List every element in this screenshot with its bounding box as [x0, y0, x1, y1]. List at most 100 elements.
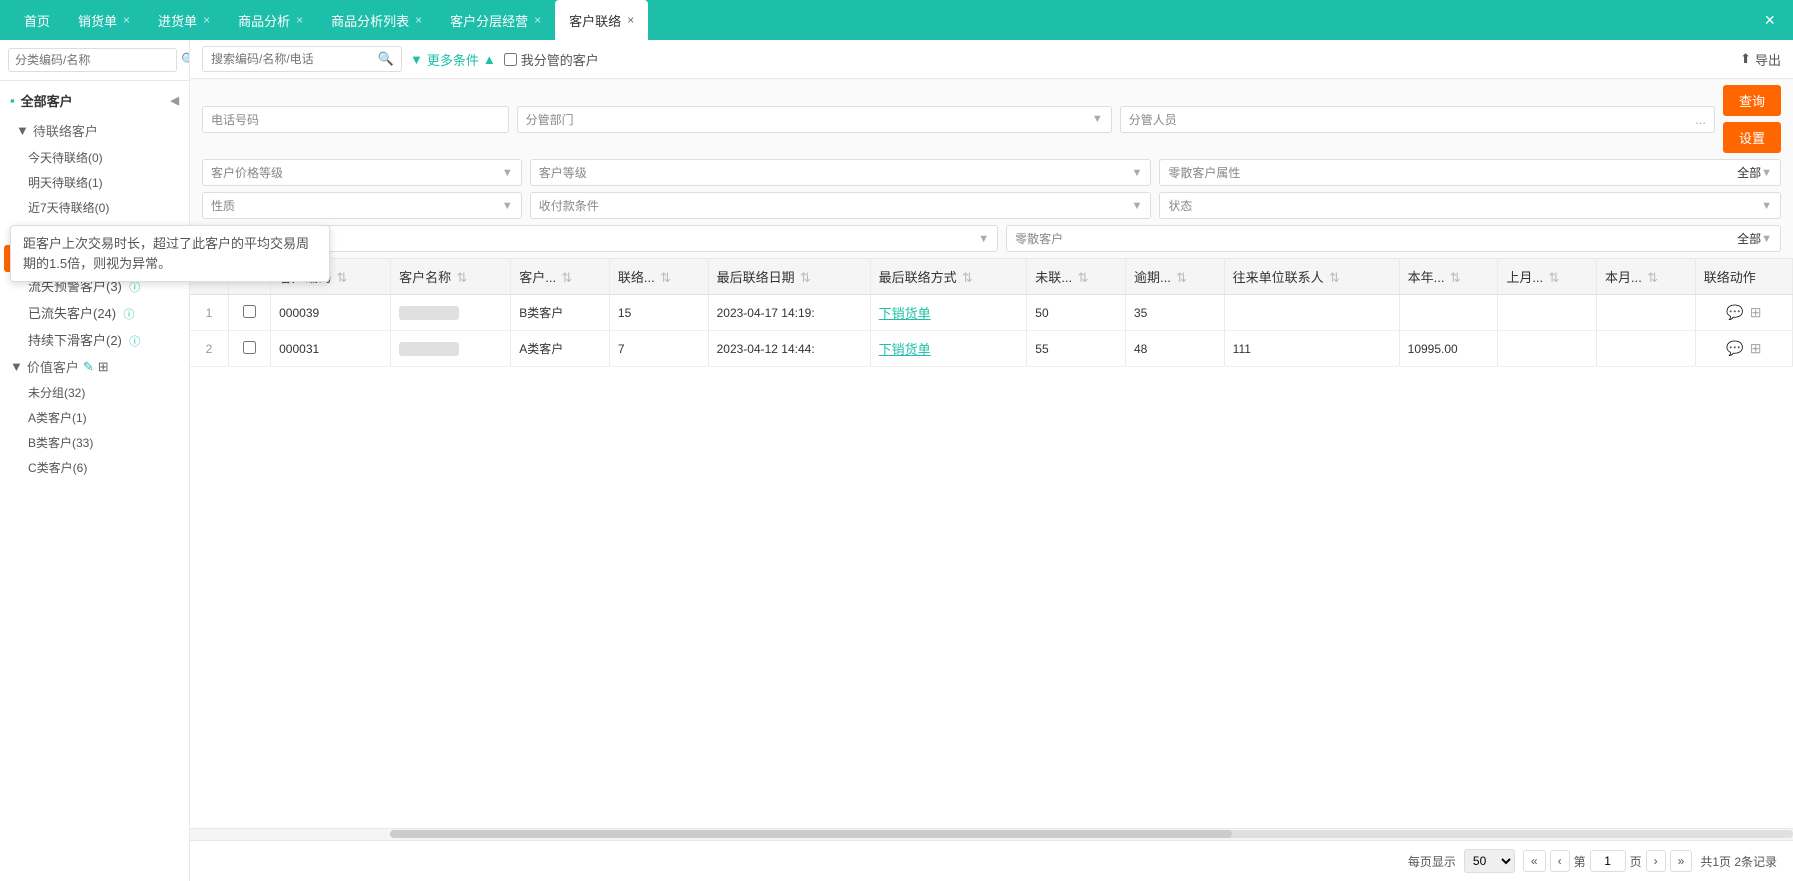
all-customers-header[interactable]: ▪ 全部客户 ◀ — [0, 85, 189, 116]
current-page-input[interactable] — [1590, 850, 1626, 872]
nav-customer-contact[interactable]: 客户联络 × — [555, 0, 648, 40]
nav-home[interactable]: 首页 — [10, 0, 64, 40]
nav-product-analysis[interactable]: 商品分析 × — [224, 0, 317, 40]
horizontal-scrollbar[interactable] — [190, 828, 1793, 840]
page-size-select[interactable]: 50 100 200 — [1464, 849, 1515, 873]
sidebar-week-pending[interactable]: 近7天待联络(0) — [0, 195, 189, 220]
customer-level-filter[interactable]: 客户等级 ▼ — [530, 159, 1152, 186]
sidebar-search-input[interactable] — [8, 48, 177, 72]
status-filter[interactable]: 状态 ▼ — [1159, 192, 1781, 219]
sidebar-search-area: 🔍 — [0, 40, 189, 81]
sort-overdue-icon[interactable]: ⇅ — [1176, 270, 1187, 285]
sidebar-c-class[interactable]: C类客户(6) — [0, 455, 189, 480]
data-table-area: ⚙ 客户编码 ⇅ 客户名称 ⇅ 客户... — [190, 259, 1793, 828]
export-button[interactable]: ⬆ 导出 — [1740, 50, 1781, 69]
scroll-thumb[interactable] — [390, 830, 1232, 838]
main-search-input[interactable] — [202, 46, 402, 72]
row-1-more-icon[interactable]: ⊞ — [1750, 304, 1762, 321]
row-2-method-link[interactable]: 下销货单 — [879, 342, 931, 357]
next-page-button[interactable]: › — [1646, 850, 1666, 872]
sidebar-declining-customers[interactable]: 持续下滑客户(2) ⓘ — [0, 326, 189, 353]
lost-pre-info-icon[interactable]: ⓘ — [129, 282, 140, 294]
row-num-2: 2 — [190, 331, 228, 367]
row-1-contact-icon[interactable]: 💬 — [1726, 304, 1743, 321]
value-customers-section[interactable]: ▼ 价值客户 ✎ ⊞ — [0, 353, 189, 380]
row-2-contact-icon[interactable]: 💬 — [1726, 340, 1743, 357]
row-1-last-method[interactable]: 下销货单 — [870, 295, 1027, 331]
my-customers-checkbox-label[interactable]: 我分管的客户 — [504, 50, 599, 69]
sort-last-method-icon[interactable]: ⇅ — [962, 270, 973, 285]
sort-code-icon[interactable]: ⇅ — [336, 270, 347, 285]
last-page-button[interactable]: » — [1670, 850, 1693, 872]
pending-section-title[interactable]: ▼ 待联络客户 — [0, 116, 189, 145]
retail-attr-filter[interactable]: 零散客户属性 全部 ▼ — [1159, 159, 1781, 186]
query-button[interactable]: 查询 — [1723, 85, 1781, 116]
sort-this-year-icon[interactable]: ⇅ — [1450, 270, 1461, 285]
sidebar-ungroup[interactable]: 未分组(32) — [0, 380, 189, 405]
row-1-method-link[interactable]: 下销货单 — [879, 306, 931, 321]
my-customers-checkbox[interactable] — [504, 53, 517, 66]
edit-icon[interactable]: ✎ — [83, 359, 94, 375]
row-2-checkbox[interactable] — [243, 341, 256, 354]
close-customer-segment-icon[interactable]: × — [534, 13, 541, 27]
row-2-actions: 💬 ⊞ — [1695, 331, 1792, 367]
sidebar-b-class[interactable]: B类客户(33) — [0, 430, 189, 455]
sidebar-today-pending[interactable]: 今天待联络(0) — [0, 145, 189, 170]
col-this-month: 本月... ⇅ — [1597, 259, 1696, 295]
declining-info-icon[interactable]: ⓘ — [129, 336, 140, 348]
row-checkbox-1[interactable] — [228, 295, 270, 331]
edit2-icon[interactable]: ⊞ — [98, 359, 109, 375]
close-customer-contact-icon[interactable]: × — [627, 13, 634, 27]
nav-purchase-order[interactable]: 进货单 × — [144, 0, 224, 40]
window-close-button[interactable]: × — [1756, 10, 1783, 31]
page-word-label: 第 — [1574, 853, 1586, 870]
nav-customer-segment[interactable]: 客户分层经营 × — [436, 0, 555, 40]
sidebar-lost-customers[interactable]: 已流失客户(24) ⓘ — [0, 299, 189, 326]
col-actions: 联络动作 — [1695, 259, 1792, 295]
settings-button[interactable]: 设置 — [1723, 122, 1781, 153]
row-1-last-month — [1498, 295, 1597, 331]
sidebar-tomorrow-pending[interactable]: 明天待联络(1) — [0, 170, 189, 195]
close-purchase-order-icon[interactable]: × — [203, 13, 210, 27]
more-conditions-button[interactable]: ▼ 更多条件 ▲ — [410, 50, 496, 69]
nav-product-analysis-list[interactable]: 商品分析列表 × — [317, 0, 436, 40]
dept-filter[interactable]: 分管部门 ▼ — [517, 106, 1112, 133]
main-search-icon[interactable]: 🔍 — [378, 51, 394, 67]
retail-customer-filter[interactable]: 零散客户 全部 ▼ — [1006, 225, 1781, 252]
sort-this-month-icon[interactable]: ⇅ — [1647, 270, 1658, 285]
row-1-checkbox[interactable] — [243, 305, 256, 318]
sort-last-date-icon[interactable]: ⇅ — [800, 270, 811, 285]
lost-info-icon[interactable]: ⓘ — [123, 309, 134, 321]
close-product-analysis-list-icon[interactable]: × — [415, 13, 422, 27]
payment-filter[interactable]: 收付款条件 ▼ — [530, 192, 1152, 219]
nav-sales-order[interactable]: 销货单 × — [64, 0, 144, 40]
collapse-button[interactable]: ◀ — [171, 94, 179, 107]
row-1-last-date: 2023-04-17 14:19: — [708, 295, 870, 331]
sidebar-a-class[interactable]: A类客户(1) — [0, 405, 189, 430]
first-page-button[interactable]: « — [1523, 850, 1546, 872]
sidebar-search-icon[interactable]: 🔍 — [181, 52, 190, 68]
sort-level-icon[interactable]: ⇅ — [561, 270, 572, 285]
row-2-more-icon[interactable]: ⊞ — [1750, 340, 1762, 357]
price-level-filter[interactable]: 客户价格等级 ▼ — [202, 159, 522, 186]
sort-last-month-icon[interactable]: ⇅ — [1549, 270, 1560, 285]
row-checkbox-2[interactable] — [228, 331, 270, 367]
sort-contact-person-icon[interactable]: ⇅ — [1329, 270, 1340, 285]
row-2-last-method[interactable]: 下销货单 — [870, 331, 1027, 367]
sort-no-contact-icon[interactable]: ⇅ — [1077, 270, 1088, 285]
row-2-level: A类客户 — [511, 331, 610, 367]
gender-filter[interactable]: 性质 ▼ — [202, 192, 522, 219]
row-1-level: B类客户 — [511, 295, 610, 331]
manager-filter[interactable]: 分管人员 ... — [1120, 106, 1715, 133]
content-area: 🔍 ▼ 更多条件 ▲ 我分管的客户 ⬆ 导出 电话号码 — [190, 40, 1793, 881]
close-product-analysis-icon[interactable]: × — [296, 13, 303, 27]
sort-name-icon[interactable]: ⇅ — [457, 270, 468, 285]
sort-contacts-icon[interactable]: ⇅ — [660, 270, 671, 285]
advanced-filters: 电话号码 分管部门 ▼ 分管人员 ... 查询 设置 客户价格等级 — [190, 79, 1793, 259]
phone-filter[interactable]: 电话号码 — [202, 106, 509, 133]
close-sales-order-icon[interactable]: × — [123, 13, 130, 27]
value-section-arrow: ▼ — [10, 359, 23, 374]
prev-page-button[interactable]: ‹ — [1550, 850, 1570, 872]
manager-dots[interactable]: ... — [1695, 112, 1706, 127]
customer-type-filter[interactable]: 客户类型 ▼ — [223, 225, 998, 252]
